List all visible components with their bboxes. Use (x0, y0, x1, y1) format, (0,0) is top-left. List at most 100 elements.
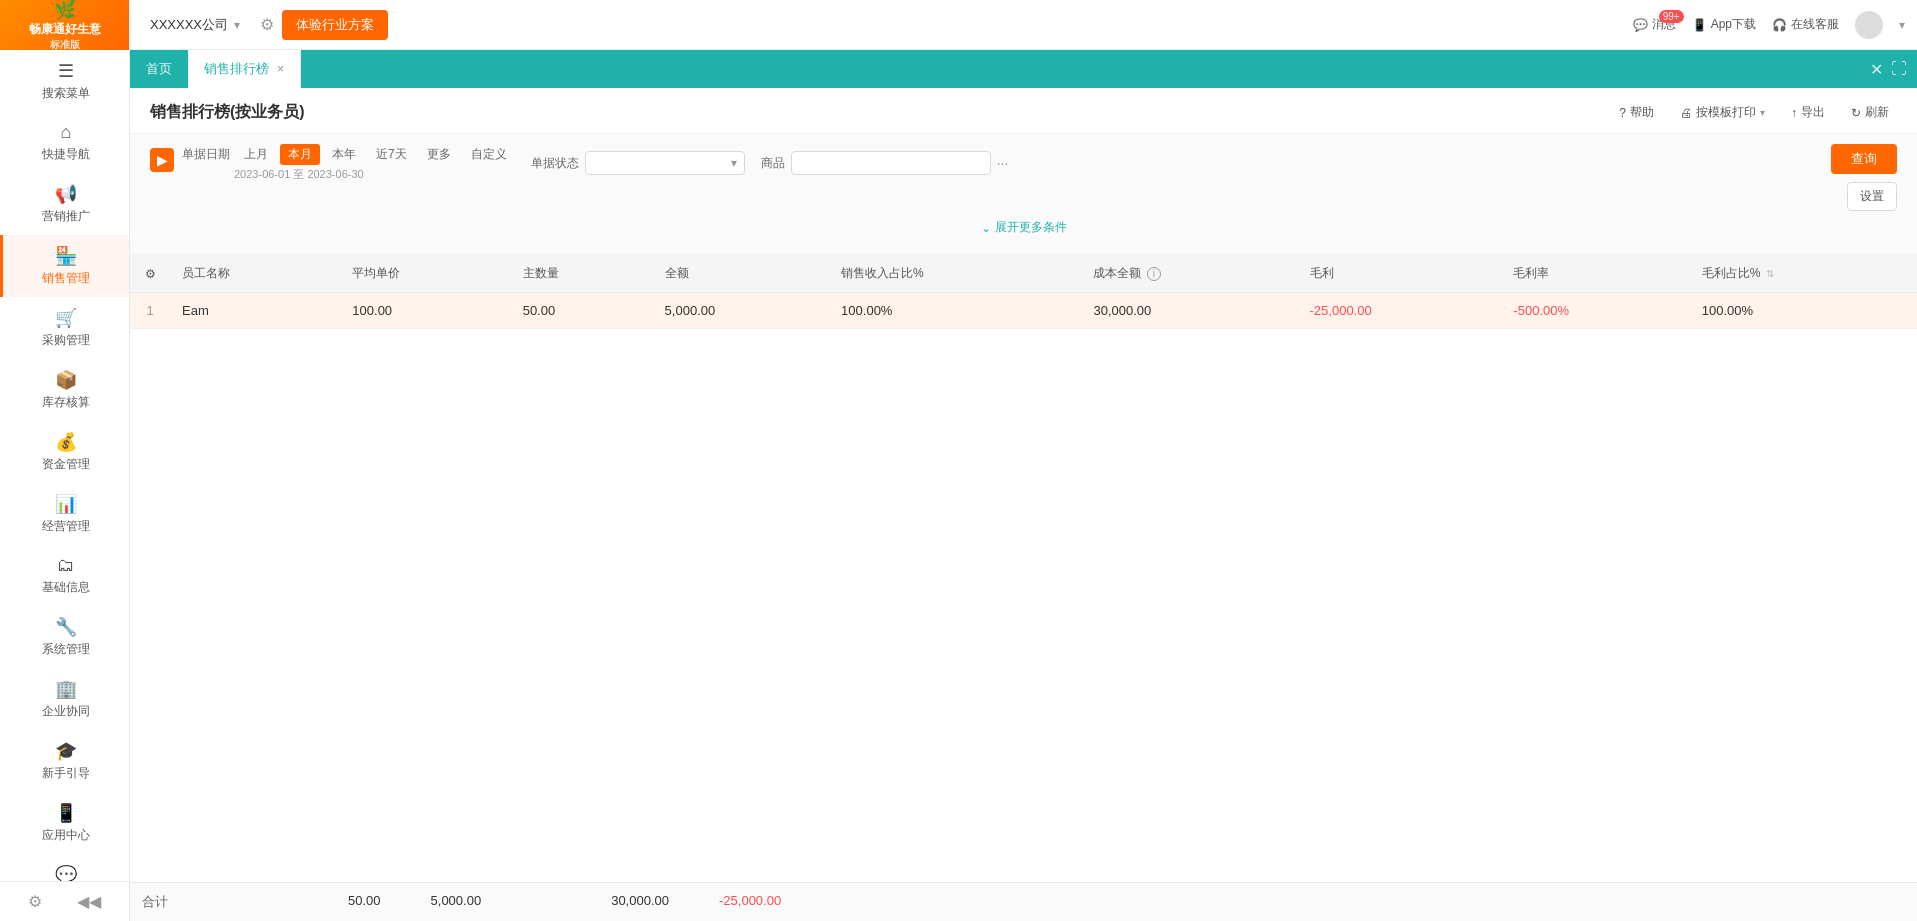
arrow-right-icon: ▶ (157, 152, 168, 168)
sidebar-item-enterprise[interactable]: 🏢 企业协同 (0, 668, 129, 730)
tab-sales-ranking[interactable]: 销售排行榜 × (188, 50, 301, 88)
filter-actions-col: 查询 设置 (1807, 144, 1897, 211)
tab-home[interactable]: 首页 (130, 50, 188, 88)
app-download-label: App下载 (1711, 16, 1756, 33)
date-tab-more[interactable]: 更多 (419, 144, 459, 165)
sidebar-item-marketing[interactable]: 📢 营销推广 (0, 173, 129, 235)
refresh-label: 刷新 (1865, 104, 1889, 121)
status-select-wrapper (585, 151, 745, 175)
page-header: 销售排行榜(按业务员) ? 帮助 🖨 按模板打印 ▾ ↑ 导出 ↻ 刷新 (130, 88, 1917, 134)
export-label: 导出 (1801, 104, 1825, 121)
sidebar-item-basic-label: 基础信息 (42, 579, 90, 596)
filter-goods-group: 商品 ··· (761, 151, 1009, 175)
sidebar-item-enterprise-label: 企业协同 (42, 703, 90, 720)
date-tab-last-month[interactable]: 上月 (236, 144, 276, 165)
company-name: XXXXXX公司 (150, 16, 228, 34)
sidebar-item-finance-label: 资金管理 (42, 456, 90, 473)
filter-date-group: 单据日期 上月 本月 本年 近7天 更多 自定义 2023 (182, 144, 515, 182)
help-icon: ? (1619, 106, 1626, 120)
help-btn[interactable]: ? 帮助 (1611, 100, 1662, 125)
export-icon: ↑ (1791, 106, 1797, 120)
goods-more-dots[interactable]: ··· (997, 155, 1009, 171)
status-select[interactable] (585, 151, 745, 175)
cell-qty: 50.00 (511, 293, 653, 329)
footer-amount: 5,000.00 (431, 893, 482, 911)
trial-button[interactable]: 体验行业方案 (282, 10, 388, 40)
sidebar-item-guide[interactable]: 🎓 新手引导 (0, 730, 129, 792)
sidebar-item-basic[interactable]: 🗂 基础信息 (0, 545, 129, 606)
cell-sales-pct: 100.00% (829, 293, 1081, 329)
app-logo-sub: 标准版 (29, 38, 101, 51)
sidebar-item-inventory-label: 库存核算 (42, 394, 90, 411)
service-label: 在线客服 (1791, 16, 1839, 33)
header-right: 💬 消息 99+ 📱 App下载 🎧 在线客服 ▾ (1633, 11, 1905, 39)
filter-toggle-arrow[interactable]: ▶ (150, 148, 174, 172)
cost-info-icon[interactable]: i (1147, 267, 1161, 281)
wechat-icon: 💬 (55, 864, 77, 881)
sidebar-item-sales-label: 销售管理 (42, 270, 90, 287)
col-settings[interactable]: ⚙ (130, 255, 170, 293)
sidebar-item-system[interactable]: 🔧 系统管理 (0, 606, 129, 668)
print-chevron-icon: ▾ (1760, 107, 1765, 118)
operation-icon: 📊 (55, 493, 77, 515)
setting-button[interactable]: 设置 (1847, 182, 1897, 211)
message-btn[interactable]: 💬 消息 99+ (1633, 16, 1676, 33)
basic-icon: 🗂 (57, 555, 75, 576)
tab-close-icon[interactable]: × (277, 62, 284, 76)
data-table: ⚙ 员工名称 平均单价 主数量 全额 (130, 255, 1917, 329)
avatar[interactable] (1855, 11, 1883, 39)
cell-name: Eam (170, 293, 340, 329)
refresh-icon: ↻ (1851, 106, 1861, 120)
online-service-btn[interactable]: 🎧 在线客服 (1772, 16, 1839, 33)
app-logo: 🌿 畅康通好生意 标准版 (0, 0, 129, 50)
page-title: 销售排行榜(按业务员) (150, 102, 305, 123)
expand-icon: ⌄ (981, 221, 991, 235)
tab-close-window-icon[interactable]: ✕ (1870, 60, 1883, 79)
date-tab-this-year[interactable]: 本年 (324, 144, 364, 165)
expand-more-btn[interactable]: ⌄ 展开更多条件 (981, 215, 1067, 240)
sidebar-item-sales[interactable]: 🏪 销售管理 (0, 235, 129, 297)
tab-sales-ranking-label: 销售排行榜 (204, 60, 269, 78)
sidebar-item-apps[interactable]: 📱 应用中心 (0, 792, 129, 854)
col-name: 员工名称 (170, 255, 340, 293)
goods-input[interactable] (791, 151, 991, 175)
export-btn[interactable]: ↑ 导出 (1783, 100, 1833, 125)
refresh-btn[interactable]: ↻ 刷新 (1843, 100, 1897, 125)
sidebar-item-quick-nav[interactable]: ⌂ 快捷导航 (0, 112, 129, 173)
table-settings-icon[interactable]: ⚙ (145, 267, 156, 281)
cell-rank: 1 (130, 293, 170, 329)
tab-right-controls: ✕ ⛶ (1870, 50, 1917, 88)
tab-maximize-icon[interactable]: ⛶ (1891, 60, 1907, 78)
sidebar-item-wechat[interactable]: 💬 企业微信 (0, 854, 129, 881)
sidebar-item-inventory[interactable]: 📦 库存核算 (0, 359, 129, 421)
filter-area: ▶ 单据日期 上月 本月 本年 近7天 (130, 134, 1917, 255)
sidebar-collapse-btn[interactable]: ◀◀ (77, 892, 101, 911)
date-label: 单据日期 (182, 146, 230, 163)
home-icon: ⌂ (61, 122, 72, 143)
main-content: XXXXXX公司 ▾ ⚙ 体验行业方案 💬 消息 99+ 📱 App下载 🎧 在… (130, 0, 1917, 921)
date-tab-7days[interactable]: 近7天 (368, 144, 415, 165)
tab-home-label: 首页 (146, 60, 172, 78)
sidebar-item-purchase[interactable]: 🛒 采购管理 (0, 297, 129, 359)
query-button[interactable]: 查询 (1831, 144, 1897, 174)
profit-pct-sort-icon[interactable]: ⇅ (1766, 268, 1774, 279)
app-download-btn[interactable]: 📱 App下载 (1692, 16, 1756, 33)
sidebar-bottom: ⚙ ◀◀ (0, 881, 129, 921)
sidebar-settings-btn[interactable]: ⚙ (28, 892, 42, 911)
sidebar-item-finance[interactable]: 💰 资金管理 (0, 421, 129, 483)
settings-gear-icon[interactable]: ⚙ (260, 15, 274, 34)
col-margin: 毛利率 (1501, 255, 1689, 293)
print-btn[interactable]: 🖨 按模板打印 ▾ (1672, 100, 1773, 125)
sidebar-item-operation[interactable]: 📊 经营管理 (0, 483, 129, 545)
footer-total-label: 合计 (142, 893, 168, 911)
filter-status-group: 单据状态 (531, 151, 745, 175)
col-profit-pct-label: 毛利占比% (1702, 266, 1761, 280)
expand-label: 展开更多条件 (995, 219, 1067, 236)
col-amount: 全额 (653, 255, 830, 293)
date-tab-this-month[interactable]: 本月 (280, 144, 320, 165)
sidebar-item-search[interactable]: ☰ 搜索菜单 (0, 50, 129, 112)
date-tab-custom[interactable]: 自定义 (463, 144, 515, 165)
company-selector[interactable]: XXXXXX公司 ▾ (142, 12, 248, 38)
user-name[interactable]: ▾ (1899, 18, 1905, 32)
col-sales-pct: 销售收入占比% (829, 255, 1081, 293)
